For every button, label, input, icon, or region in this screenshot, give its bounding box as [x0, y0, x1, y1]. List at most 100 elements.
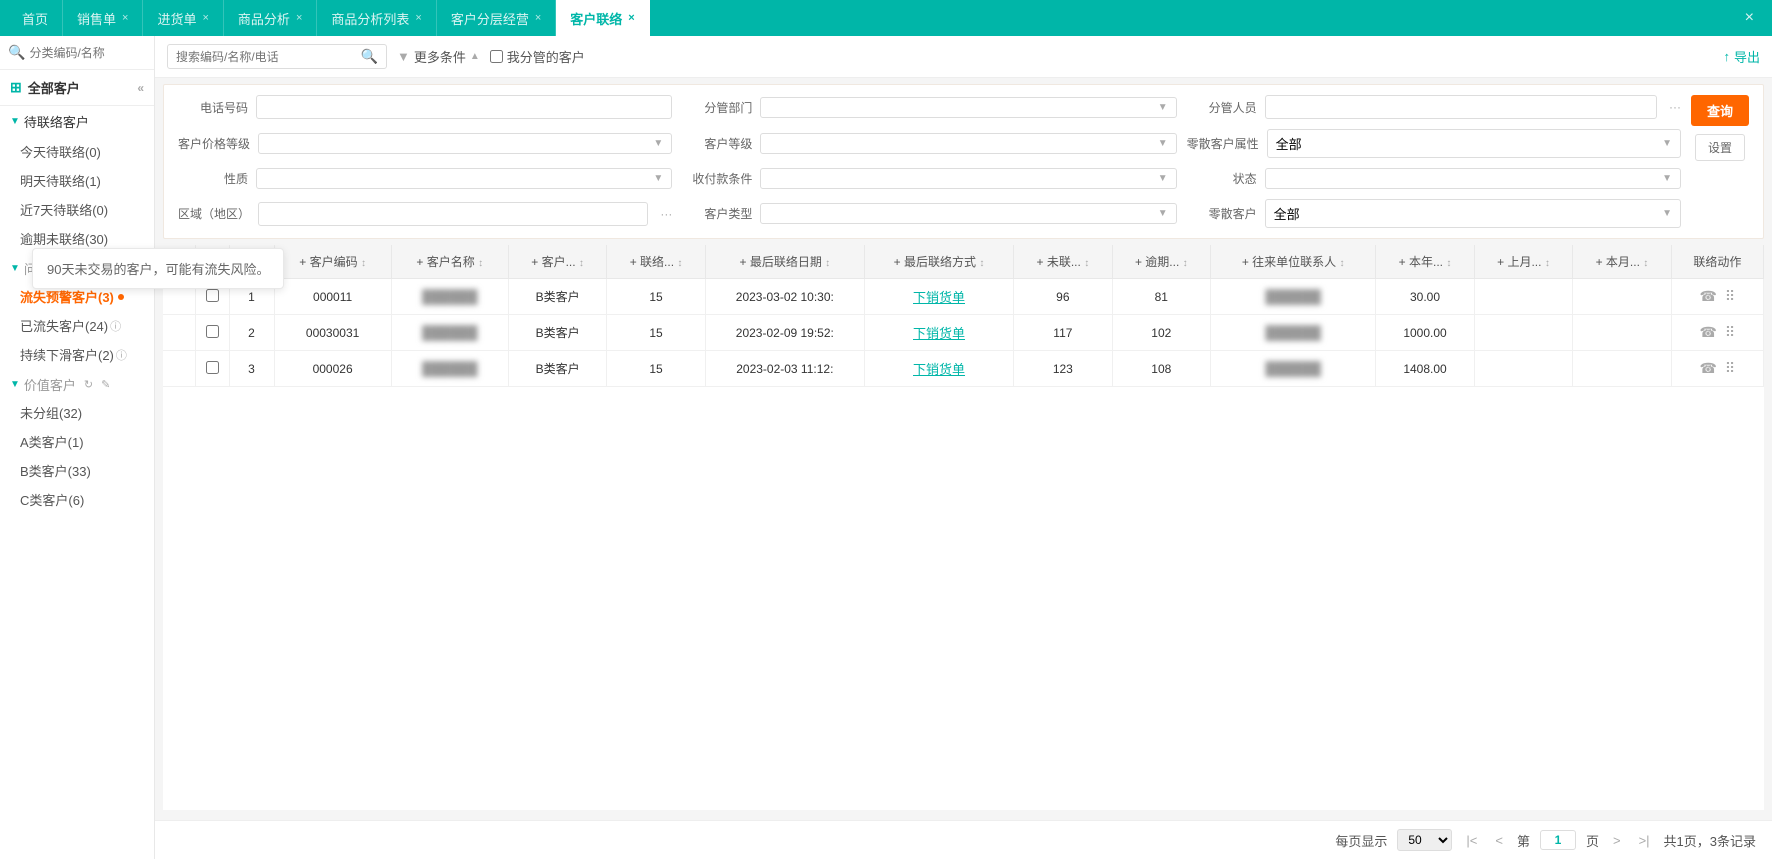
th-unlink[interactable]: + 未联... ↕	[1014, 245, 1112, 279]
cell-checkbox-2[interactable]	[195, 351, 229, 387]
content-area: 🔍 ▼ 更多条件 ▲ 我分管的客户 ↑ 导出	[155, 36, 1772, 859]
sidebar-item-tomorrow[interactable]: 明天待联络(1)	[0, 166, 154, 195]
th-code[interactable]: + 客户编码 ↕	[274, 245, 391, 279]
filter-input-region[interactable]	[258, 202, 648, 226]
last-method-link-1[interactable]: 下销货单	[913, 326, 965, 341]
th-this-year[interactable]: + 本年... ↕	[1376, 245, 1474, 279]
value-edit-icon[interactable]: ✎	[101, 378, 110, 391]
filter-select-scatter-attr[interactable]: 全部 ▼	[1267, 129, 1681, 158]
tab-customer-tier-label: 客户分层经营	[451, 9, 529, 28]
sidebar-item-churned[interactable]: 已流失客户(24) ⓘ	[0, 311, 154, 340]
sidebar-section-pending[interactable]: ▼ 待联络客户	[0, 106, 154, 137]
tab-home[interactable]: 首页	[8, 0, 63, 36]
th-this-month[interactable]: + 本月... ↕	[1573, 245, 1671, 279]
sidebar-item-class-c[interactable]: C类客户(6)	[0, 485, 154, 514]
filter-select-customer-type[interactable]: ▼	[760, 203, 1176, 224]
action-contact-icon-1[interactable]: ☎	[1699, 324, 1716, 341]
tab-analysis[interactable]: 商品分析 ×	[224, 0, 317, 36]
query-button[interactable]: 查询	[1691, 95, 1749, 126]
close-all-tabs-button[interactable]: ×	[1735, 9, 1764, 27]
sidebar-search-input[interactable]	[29, 46, 146, 60]
tab-purchase-close[interactable]: ×	[202, 12, 208, 24]
tab-analysis-list[interactable]: 商品分析列表 ×	[317, 0, 436, 36]
cell-last-method-0[interactable]: 下销货单	[864, 279, 1013, 315]
tab-sales-close[interactable]: ×	[122, 12, 128, 24]
action-contact-icon-2[interactable]: ☎	[1699, 360, 1716, 377]
tab-customer-contact-close[interactable]: ×	[628, 12, 634, 24]
filter-select-status[interactable]: ▼	[1265, 168, 1681, 189]
filter-select-nature[interactable]: ▼	[256, 168, 672, 189]
sidebar-item-today[interactable]: 今天待联络(0)	[0, 137, 154, 166]
filter-label-status: 状态	[1187, 170, 1257, 187]
search-input[interactable]	[176, 50, 357, 64]
sidebar-item-declining[interactable]: 持续下滑客户(2) ⓘ	[0, 340, 154, 369]
next-page-button[interactable]: >	[1609, 831, 1625, 850]
th-contact-person[interactable]: + 往来单位联系人 ↕	[1211, 245, 1376, 279]
action-more-icon-1[interactable]: ⠿	[1725, 324, 1735, 341]
th-type[interactable]: + 客户... ↕	[508, 245, 606, 279]
row-checkbox-2[interactable]	[206, 361, 219, 374]
th-last-month[interactable]: + 上月... ↕	[1474, 245, 1572, 279]
payment-dropdown-icon: ▼	[1158, 173, 1168, 184]
cell-last-method-1[interactable]: 下销货单	[864, 315, 1013, 351]
tab-sales[interactable]: 销售单 ×	[63, 0, 143, 36]
cell-last-date-0: 2023-03-02 10:30:	[705, 279, 864, 315]
per-page-select[interactable]: 50 100 200	[1397, 829, 1452, 851]
row-checkbox-1[interactable]	[206, 325, 219, 338]
horizontal-scrollbar[interactable]	[163, 810, 1764, 820]
search-icon[interactable]: 🔍	[361, 48, 378, 65]
last-page-button[interactable]: >|	[1635, 831, 1654, 850]
filter-select-scatter[interactable]: 全部 ▼	[1265, 199, 1681, 228]
sidebar-item-ungroup[interactable]: 未分组(32)	[0, 398, 154, 427]
filter-select-grade[interactable]: ▼	[760, 133, 1176, 154]
action-more-icon-2[interactable]: ⠿	[1725, 360, 1735, 377]
tab-analysis-close[interactable]: ×	[296, 12, 302, 24]
filter-row-1: 电话号码 分管部门 ▼ 分管人员	[178, 95, 1681, 119]
my-customers-checkbox[interactable]	[490, 50, 503, 63]
last-method-link-2[interactable]: 下销货单	[913, 362, 965, 377]
collapse-icon[interactable]: «	[137, 81, 144, 95]
manager-more-icon[interactable]: ···	[1669, 100, 1681, 114]
tab-customer-tier-close[interactable]: ×	[535, 12, 541, 24]
value-refresh-icon[interactable]: ↻	[84, 378, 93, 391]
sidebar-item-class-b[interactable]: B类客户(33)	[0, 456, 154, 485]
search-input-wrap: 🔍	[167, 44, 387, 69]
th-name[interactable]: + 客户名称 ↕	[391, 245, 508, 279]
filter-input-manager[interactable]	[1265, 95, 1657, 119]
row-checkbox-0[interactable]	[206, 289, 219, 302]
filter-input-phone[interactable]	[256, 95, 672, 119]
action-contact-icon-0[interactable]: ☎	[1699, 288, 1716, 305]
query-setting-column: 查询 设置	[1691, 95, 1749, 161]
cell-checkbox-1[interactable]	[195, 315, 229, 351]
th-contact[interactable]: + 联络... ↕	[607, 245, 705, 279]
filter-group-phone: 电话号码	[178, 95, 672, 119]
sidebar-item-class-a[interactable]: A类客户(1)	[0, 427, 154, 456]
th-last-method[interactable]: + 最后联络方式 ↕	[864, 245, 1013, 279]
sidebar-item-week[interactable]: 近7天待联络(0)	[0, 195, 154, 224]
scatter-dropdown-icon: ▼	[1662, 208, 1672, 219]
cell-last-month-0	[1474, 279, 1572, 315]
prev-page-button[interactable]: <	[1491, 831, 1507, 850]
sidebar-all-customers[interactable]: ⊞ 全部客户 «	[0, 70, 154, 106]
export-button[interactable]: ↑ 导出	[1723, 47, 1760, 66]
filter-select-dept[interactable]: ▼	[760, 97, 1176, 118]
th-last-date[interactable]: + 最后联络日期 ↕	[705, 245, 864, 279]
region-more-icon[interactable]: ···	[660, 207, 672, 221]
tab-purchase[interactable]: 进货单 ×	[143, 0, 223, 36]
first-page-button[interactable]: |<	[1462, 831, 1481, 850]
tab-analysis-list-close[interactable]: ×	[415, 12, 421, 24]
tab-customer-tier[interactable]: 客户分层经营 ×	[437, 0, 556, 36]
filter-select-scatter-value: 全部	[1274, 204, 1300, 223]
action-more-icon-0[interactable]: ⠿	[1725, 288, 1735, 305]
setting-button[interactable]: 设置	[1695, 134, 1745, 161]
current-page-input[interactable]	[1540, 830, 1576, 850]
tab-customer-contact[interactable]: 客户联络 ×	[556, 0, 649, 36]
sidebar-section-value[interactable]: ▼ 价值客户 ↻ ✎	[0, 369, 154, 398]
th-overdue[interactable]: + 逾期... ↕	[1112, 245, 1210, 279]
last-method-link-0[interactable]: 下销货单	[913, 290, 965, 305]
my-customers-checkbox-wrap[interactable]: 我分管的客户	[490, 47, 585, 66]
filter-select-price-grade[interactable]: ▼	[258, 133, 672, 154]
cell-last-method-2[interactable]: 下销货单	[864, 351, 1013, 387]
filter-select-payment[interactable]: ▼	[760, 168, 1176, 189]
more-filter-button[interactable]: ▼ 更多条件 ▲	[397, 47, 480, 66]
